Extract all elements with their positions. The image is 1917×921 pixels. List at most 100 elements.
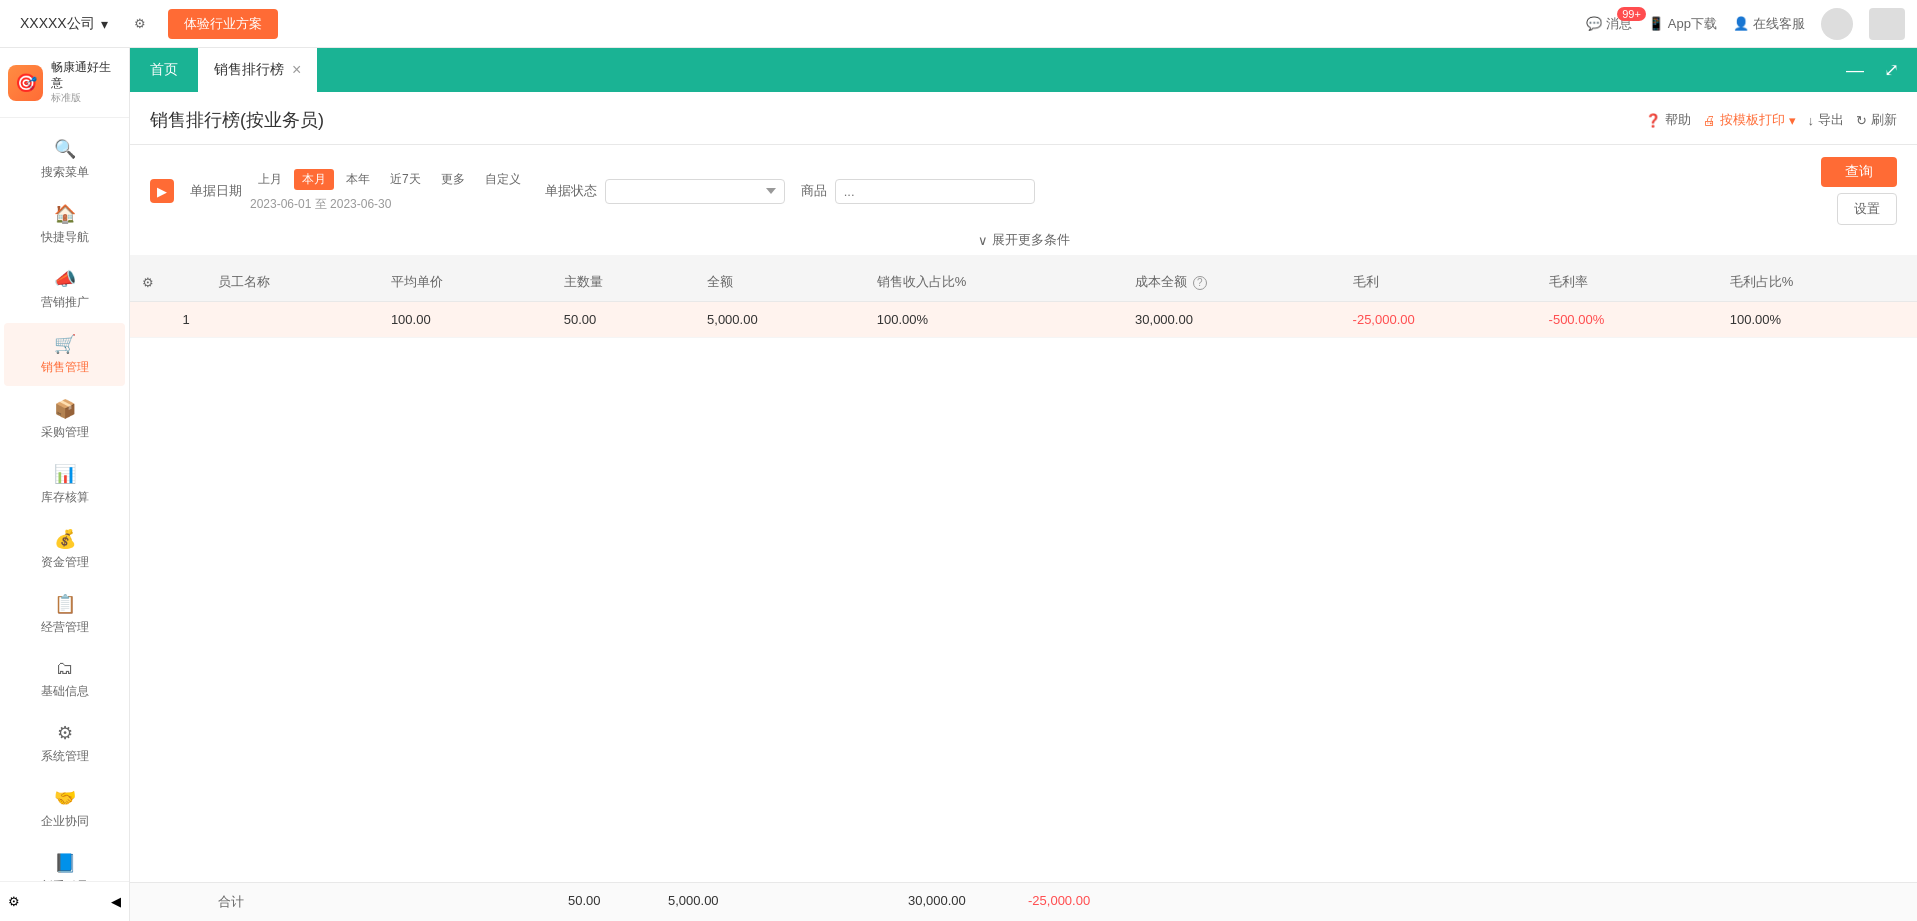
sidebar-logo: 🎯 畅康通好生意 标准版 xyxy=(0,48,129,118)
sidebar-item-purchase[interactable]: 📦 采购管理 xyxy=(4,388,125,451)
online-service-button[interactable]: 👤 在线客服 xyxy=(1733,15,1805,33)
page-content: 销售排行榜(按业务员) ❓ 帮助 🖨 按模板打印 ▾ ↓ 导出 xyxy=(130,92,1917,921)
row-name xyxy=(206,302,379,338)
goods-filter: 商品 xyxy=(801,179,1035,204)
expand-icon: ∨ xyxy=(978,233,988,248)
sidebar-item-label: 企业协同 xyxy=(41,813,89,830)
date-tab-7days[interactable]: 近7天 xyxy=(382,169,429,190)
sidebar-item-sales[interactable]: 🛒 销售管理 xyxy=(4,323,125,386)
date-tab-custom[interactable]: 自定义 xyxy=(477,169,529,190)
content-area: 首页 销售排行榜 × — ⤢ 销售排行榜(按业务员) ❓ 帮助 xyxy=(130,48,1917,921)
sidebar-item-label: 经营管理 xyxy=(41,619,89,636)
row-profit-rate: -500.00% xyxy=(1537,302,1718,338)
row-cost: 30,000.00 xyxy=(1123,302,1341,338)
row-sales-pct: 100.00% xyxy=(865,302,1123,338)
footer-cost: 30,000.00 xyxy=(908,893,1028,911)
logo-sub: 标准版 xyxy=(51,91,121,105)
tab-bar: 首页 销售排行榜 × — ⤢ xyxy=(130,48,1917,92)
expand-more-button[interactable]: ∨ 展开更多条件 xyxy=(978,231,1070,249)
tab-sales-ranking[interactable]: 销售排行榜 × xyxy=(198,48,317,92)
sidebar-item-basic[interactable]: 🗂 基础信息 xyxy=(4,648,125,710)
row-profit: -25,000.00 xyxy=(1341,302,1537,338)
main-layout: 🎯 畅康通好生意 标准版 🔍 搜索菜单 🏠 快捷导航 📣 营销推广 🛒 销售管理 xyxy=(0,48,1917,921)
sidebar-item-marketing[interactable]: 📣 营销推广 xyxy=(4,258,125,321)
status-select[interactable] xyxy=(605,179,785,204)
app-download-button[interactable]: 📱 App下载 xyxy=(1648,15,1717,33)
table-header-row: ⚙ 员工名称 平均单价 主数量 全额 销售收入占比% 成本全额 ? 毛利 xyxy=(130,263,1917,302)
sidebar-item-label: 系统管理 xyxy=(41,748,89,765)
company-selector[interactable]: XXXXX公司 ▾ xyxy=(12,11,116,37)
date-tab-this-year[interactable]: 本年 xyxy=(338,169,378,190)
col-profit: 毛利 xyxy=(1341,263,1537,302)
trial-button[interactable]: 体验行业方案 xyxy=(168,9,278,39)
cost-info-icon[interactable]: ? xyxy=(1193,276,1207,290)
sidebar-item-finance[interactable]: 💰 资金管理 xyxy=(4,518,125,581)
goods-input[interactable] xyxy=(835,179,1035,204)
message-button[interactable]: 💬 消息 99+ xyxy=(1586,15,1632,33)
app-label: App下载 xyxy=(1668,15,1717,33)
print-button[interactable]: 🖨 按模板打印 ▾ xyxy=(1703,111,1796,129)
sidebar-item-label: 资金管理 xyxy=(41,554,89,571)
row-profit-pct: 100.00% xyxy=(1718,302,1917,338)
tab-minimize-button[interactable]: — xyxy=(1841,56,1869,84)
set-button[interactable]: 设置 xyxy=(1837,193,1897,225)
top-bar: XXXXX公司 ▾ ⚙ 体验行业方案 💬 消息 99+ 📱 App下载 👤 在线… xyxy=(0,0,1917,48)
tab-close-icon[interactable]: × xyxy=(292,62,301,78)
sidebar-item-collab[interactable]: 🤝 企业协同 xyxy=(4,777,125,840)
footer-sales-pct xyxy=(788,893,908,911)
col-profit-rate: 毛利率 xyxy=(1537,263,1718,302)
active-tab-label: 销售排行榜 xyxy=(214,61,284,79)
sidebar-bottom: ⚙ ◀ xyxy=(0,881,129,921)
settings-icon[interactable]: ⚙ xyxy=(124,8,156,40)
tab-home[interactable]: 首页 xyxy=(130,48,198,92)
expand-row: ∨ 展开更多条件 xyxy=(150,225,1897,255)
company-name: XXXXX公司 xyxy=(20,15,95,33)
purchase-icon: 📦 xyxy=(54,398,76,420)
action-buttons: 查询 设置 xyxy=(1821,157,1897,225)
row-avg-price: 100.00 xyxy=(379,302,552,338)
sidebar-item-quick-nav[interactable]: 🏠 快捷导航 xyxy=(4,193,125,256)
filter-row: ▶ 单据日期 上月 本月 本年 近7天 更多 自定义 xyxy=(150,157,1897,225)
col-name: 员工名称 xyxy=(206,263,379,302)
date-tab-last-month[interactable]: 上月 xyxy=(250,169,290,190)
operations-icon: 📋 xyxy=(54,593,76,615)
sidebar-item-system[interactable]: ⚙ 系统管理 xyxy=(4,712,125,775)
date-tab-this-month[interactable]: 本月 xyxy=(294,169,334,190)
col-settings[interactable]: ⚙ xyxy=(130,263,166,302)
sidebar-item-guide[interactable]: 📘 新手引导 xyxy=(4,842,125,881)
sidebar-collapse-icon[interactable]: ◀ xyxy=(111,894,121,909)
basic-icon: 🗂 xyxy=(56,658,74,679)
user-menu[interactable] xyxy=(1869,8,1905,40)
sidebar-item-label: 营销推广 xyxy=(41,294,89,311)
filter-expand-arrow[interactable]: ▶ xyxy=(150,179,174,203)
query-button[interactable]: 查询 xyxy=(1821,157,1897,187)
table-footer: 合计 50.00 5,000.00 30,000.00 -25,000.00 xyxy=(130,882,1917,921)
tab-expand-button[interactable]: ⤢ xyxy=(1877,56,1905,84)
sidebar-item-label: 销售管理 xyxy=(41,359,89,376)
sidebar-item-inventory[interactable]: 📊 库存核算 xyxy=(4,453,125,516)
sidebar-settings-icon[interactable]: ⚙ xyxy=(8,894,20,909)
date-range-text: 2023-06-01 至 2023-06-30 xyxy=(250,196,529,213)
row-settings xyxy=(130,302,166,338)
sidebar: 🎯 畅康通好生意 标准版 🔍 搜索菜单 🏠 快捷导航 📣 营销推广 🛒 销售管理 xyxy=(0,48,130,921)
avatar[interactable] xyxy=(1821,8,1853,40)
sidebar-item-search[interactable]: 🔍 搜索菜单 xyxy=(4,128,125,191)
sidebar-item-label: 采购管理 xyxy=(41,424,89,441)
col-amount: 全额 xyxy=(695,263,865,302)
date-tab-more[interactable]: 更多 xyxy=(433,169,473,190)
export-label: 导出 xyxy=(1818,111,1844,129)
help-button[interactable]: ❓ 帮助 xyxy=(1645,111,1691,129)
home-icon: 🏠 xyxy=(54,203,76,225)
row-amount: 5,000.00 xyxy=(695,302,865,338)
expand-label: 展开更多条件 xyxy=(992,231,1070,249)
data-table: ⚙ 员工名称 平均单价 主数量 全额 销售收入占比% 成本全额 ? 毛利 xyxy=(130,263,1917,338)
inventory-icon: 📊 xyxy=(54,463,76,485)
sidebar-item-label: 基础信息 xyxy=(41,683,89,700)
refresh-button[interactable]: ↻ 刷新 xyxy=(1856,111,1897,129)
print-label: 按模板打印 xyxy=(1720,111,1785,129)
sidebar-item-operations[interactable]: 📋 经营管理 xyxy=(4,583,125,646)
export-button[interactable]: ↓ 导出 xyxy=(1808,111,1845,129)
col-cost: 成本全额 ? xyxy=(1123,263,1341,302)
footer-amount: 5,000.00 xyxy=(668,893,788,911)
col-rank xyxy=(166,263,206,302)
